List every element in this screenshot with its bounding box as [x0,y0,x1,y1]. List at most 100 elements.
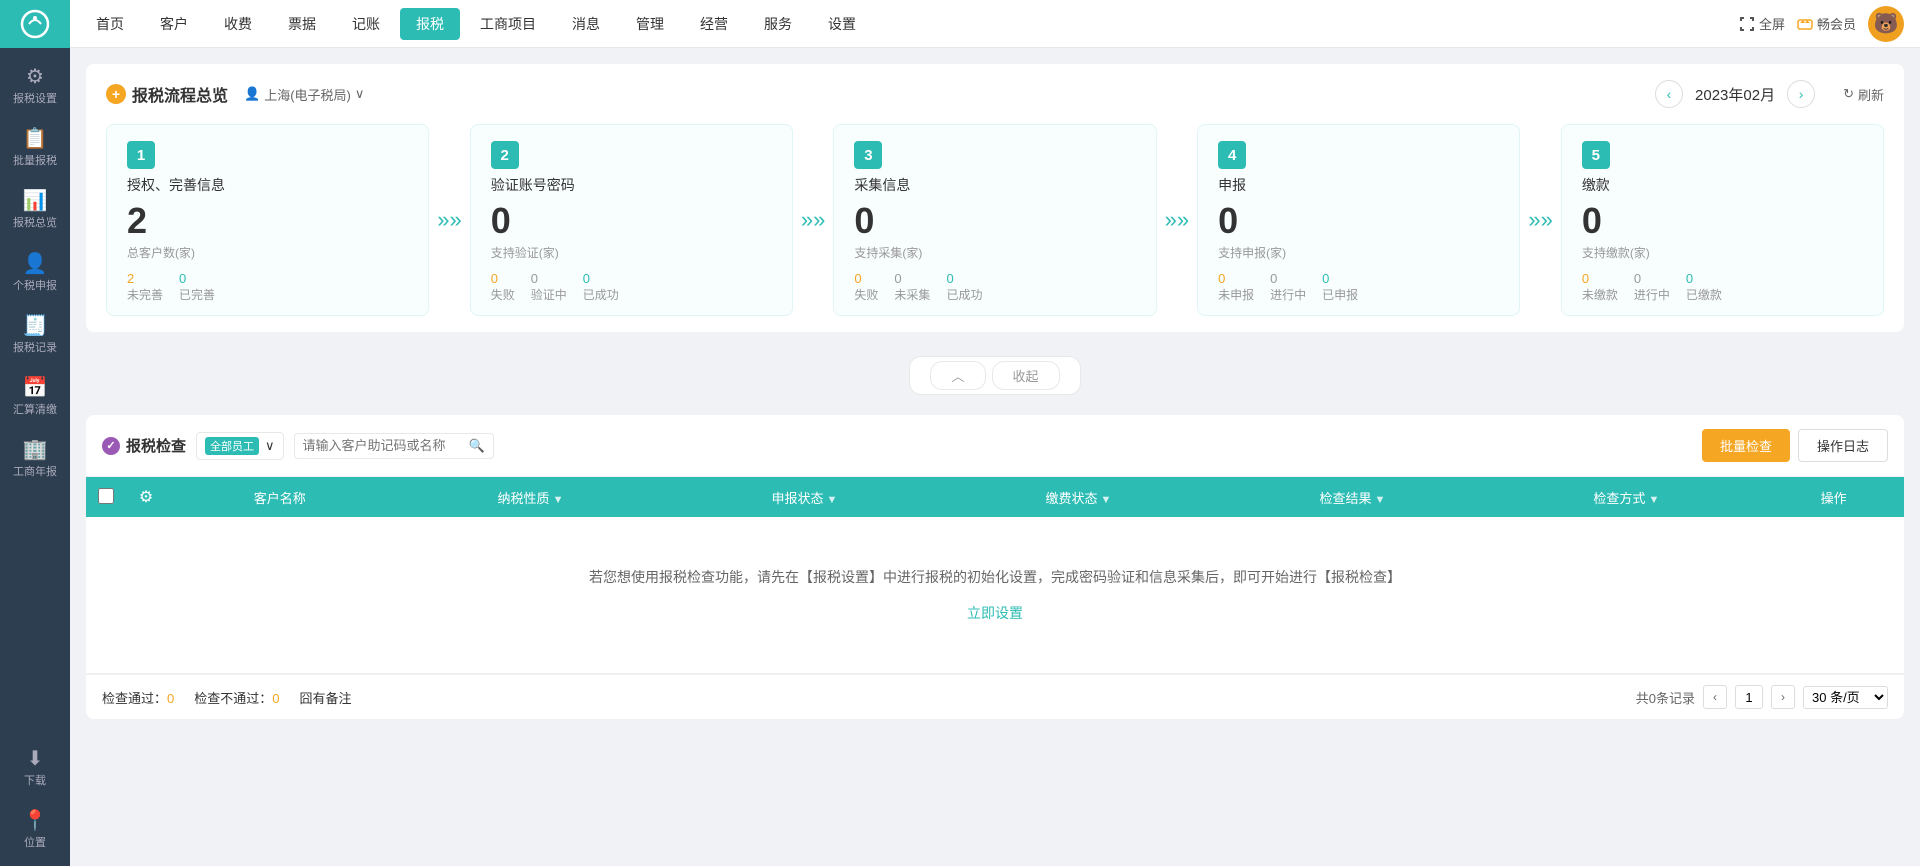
payment-status-header[interactable]: 缴费状态▼ [941,477,1215,517]
filter-icon: ▼ [1101,494,1112,506]
pagination: 共0条记录 ‹ › 30 条/页 50 条/页 100 条/页 [1636,685,1888,709]
collapse-chevron-icon: ︿ [930,361,985,390]
sidebar-item-batch-tax[interactable]: 📋批量报税 [2,118,68,176]
nav-item-票据[interactable]: 票据 [272,8,332,40]
fail-count[interactable]: 0 [272,691,279,706]
tax-check-card: ✓ 报税检查 全部员工 ∨ 🔍 批量检查 操作日志 [86,415,1904,719]
nav-item-客户[interactable]: 客户 [144,8,204,40]
user-avatar[interactable]: 🐻 [1868,6,1904,42]
batch-check-button[interactable]: 批量检查 [1702,429,1790,462]
sidebar-item-location[interactable]: 📍位置 [2,800,68,858]
step-stats: 0未申报0进行中0已申报 [1218,271,1499,303]
empty-text: 若您想使用报税检查功能，请先在【报税设置】中进行报税的初始化设置，完成密码验证和… [114,567,1876,587]
nav-right: 全屏 畅会员 🐻 [1739,6,1920,42]
step-sub: 支持验证(家) [491,244,772,261]
flow-stat: 0已申报 [1322,271,1358,303]
step-badge: 5 [1582,141,1610,169]
pass-count[interactable]: 0 [167,691,174,706]
customer-search-input[interactable] [303,438,463,453]
step-big-num: 2 [127,199,408,242]
step-title: 验证账号密码 [491,175,772,195]
current-month: 2023年02月 [1695,84,1775,105]
page-input[interactable] [1735,685,1763,709]
select-all-header[interactable] [86,477,126,517]
tax-settings-label: 报税设置 [13,93,57,106]
nav-item-经营[interactable]: 经营 [684,8,744,40]
operation-log-button[interactable]: 操作日志 [1798,429,1888,462]
settings-header[interactable]: ⚙ [126,477,166,517]
customer-name-header[interactable]: 客户名称 [166,477,394,517]
check-result-header[interactable]: 检查结果▼ [1215,477,1489,517]
batch-tax-icon: 📋 [23,126,48,151]
logo[interactable] [0,0,70,48]
check-table-wrap: ⚙ 客户名称 纳税性质▼ 申报状态▼ [86,477,1904,674]
tax-bureau-selector[interactable]: 👤 上海(电子税局) ∨ [244,85,364,104]
arrow-between-3: »» [1157,207,1197,233]
step-badge: 3 [854,141,882,169]
prev-month-button[interactable]: ‹ [1655,80,1683,108]
download-icon: ⬇ [27,746,44,771]
tax-type-header[interactable]: 纳税性质▼ [394,477,668,517]
flow-stat: 0失败 [491,271,515,303]
tax-overview-icon: 📊 [23,188,48,213]
flow-stat: 0进行中 [1634,271,1670,303]
staff-selector[interactable]: 全部员工 ∨ [196,432,284,460]
staff-badge: 全部员工 [205,437,259,455]
logo-icon [17,6,53,42]
nav-item-管理[interactable]: 管理 [620,8,680,40]
vip-button[interactable]: 畅会员 [1797,14,1856,33]
flow-stat: 0已缴款 [1686,271,1722,303]
select-all-checkbox[interactable] [98,488,114,504]
arrow-between-1: »» [429,207,469,233]
nav-item-消息[interactable]: 消息 [556,8,616,40]
step-sub: 支持申报(家) [1218,244,1499,261]
declare-status-header[interactable]: 申报状态▼ [667,477,941,517]
sidebar-item-annual-settle[interactable]: 📅汇算清缴 [2,367,68,425]
nav-item-首页[interactable]: 首页 [80,8,140,40]
next-page-button[interactable]: › [1771,685,1795,709]
nav-item-设置[interactable]: 设置 [812,8,872,40]
check-table: ⚙ 客户名称 纳税性质▼ 申报状态▼ [86,477,1904,674]
step-badge: 2 [491,141,519,169]
check-method-header[interactable]: 检查方式▼ [1489,477,1763,517]
annual-settle-icon: 📅 [23,375,48,400]
flow-stat: 0进行中 [1270,271,1306,303]
nav-item-记账[interactable]: 记账 [336,8,396,40]
fullscreen-button[interactable]: 全屏 [1739,14,1785,33]
search-icon[interactable]: 🔍 [469,438,485,454]
next-month-button[interactable]: › [1787,80,1815,108]
refresh-icon: ↻ [1843,86,1854,102]
nav-item-工商项目[interactable]: 工商项目 [464,8,552,40]
fail-stat: 检查不通过：0 [194,688,279,707]
vip-label: 畅会员 [1817,14,1856,33]
step-badge: 4 [1218,141,1246,169]
nav-item-报税[interactable]: 报税 [400,8,460,40]
step-num: 2 [491,141,772,169]
first-page-button[interactable]: ‹ [1703,685,1727,709]
sidebar-item-business-annual[interactable]: 🏢工商年报 [2,429,68,487]
sidebar-item-tax-records[interactable]: 🧾报税记录 [2,305,68,363]
fullscreen-label: 全屏 [1759,14,1785,33]
nav-item-收费[interactable]: 收费 [208,8,268,40]
table-header-row: ⚙ 客户名称 纳税性质▼ 申报状态▼ [86,477,1904,517]
business-annual-icon: 🏢 [23,437,48,462]
nav-item-服务[interactable]: 服务 [748,8,808,40]
refresh-button[interactable]: ↻ 刷新 [1843,85,1884,104]
check-header-actions: 批量检查 操作日志 [1702,429,1888,462]
table-empty-row: 若您想使用报税检查功能，请先在【报税设置】中进行报税的初始化设置，完成密码验证和… [86,517,1904,674]
sidebar-item-download[interactable]: ⬇下载 [2,738,68,796]
flow-stat: 0未采集 [894,271,930,303]
staff-chevron-icon: ∨ [265,438,275,454]
step-num: 3 [854,141,1135,169]
sidebar-item-tax-settings[interactable]: ⚙报税设置 [2,56,68,114]
sidebar-item-personal-tax[interactable]: 👤个税申报 [2,243,68,301]
empty-state: 若您想使用报税检查功能，请先在【报税设置】中进行报税的初始化设置，完成密码验证和… [94,527,1896,663]
check-header: ✓ 报税检查 全部员工 ∨ 🔍 批量检查 操作日志 [86,415,1904,477]
sidebar-item-tax-overview[interactable]: 📊报税总览 [2,180,68,238]
step-title: 采集信息 [854,175,1135,195]
pass-stat: 检查通过：0 [102,688,174,707]
collapse-bar[interactable]: ︿ 收起 [86,348,1904,403]
setup-link[interactable]: 立即设置 [967,605,1023,621]
per-page-select[interactable]: 30 条/页 50 条/页 100 条/页 [1803,686,1888,709]
step-sub: 支持缴款(家) [1582,244,1863,261]
